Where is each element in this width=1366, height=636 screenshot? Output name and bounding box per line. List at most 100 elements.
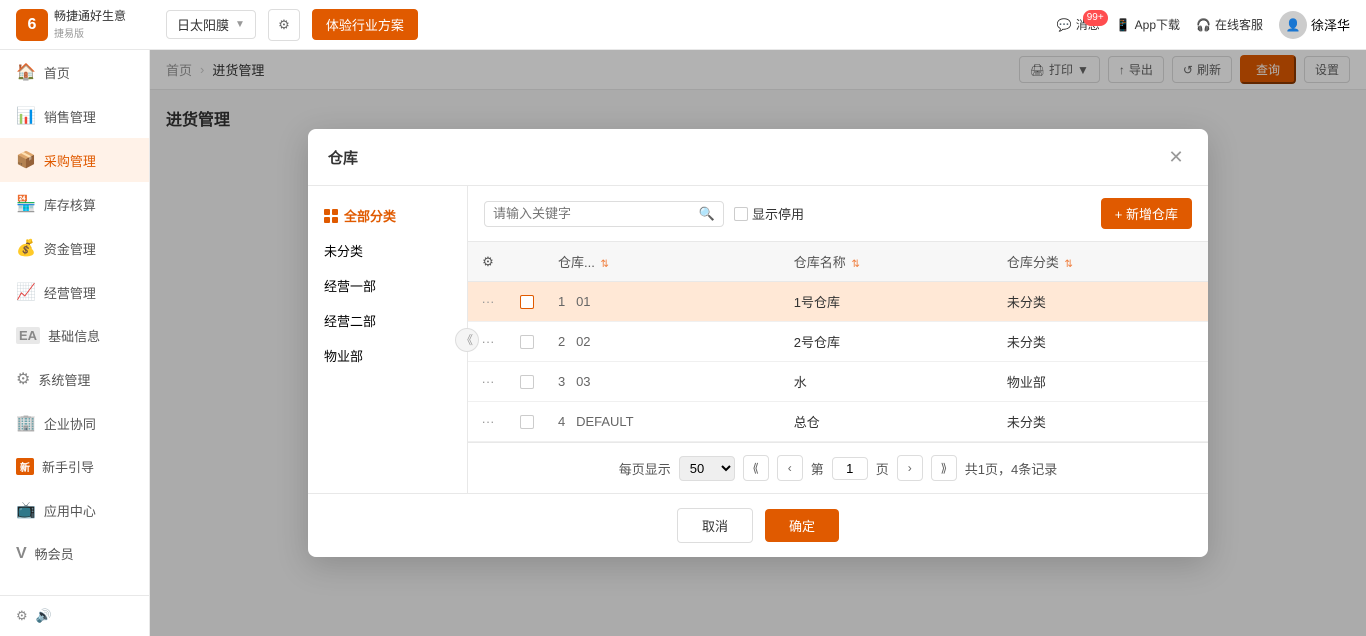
operations-icon: 📈: [16, 282, 36, 302]
col-gear: ⚙: [468, 242, 508, 282]
row-checkbox-cell: [508, 402, 546, 442]
col-category-label: 仓库分类: [1007, 255, 1059, 270]
warehouse-table: ⚙ 仓库... ⇅ 仓库名称 ⇅: [468, 242, 1208, 442]
category-item-none[interactable]: 未分类: [308, 233, 467, 268]
finance-icon: 💰: [16, 238, 36, 258]
app-edition: 捷易版: [54, 25, 126, 40]
sidebar-item-sales[interactable]: 📊 销售管理: [0, 94, 149, 138]
sidebar-item-purchase[interactable]: 📦 采购管理: [0, 138, 149, 182]
row-num: 1 01: [546, 282, 782, 322]
home-icon: 🏠: [16, 62, 36, 82]
sidebar-label-enterprise: 企业协同: [44, 414, 96, 433]
app-name: 畅捷通好生意: [54, 9, 126, 25]
table-row[interactable]: ··· 4 DEFAULT 总仓 未分类: [468, 402, 1208, 442]
category-panel: 全部分类 未分类 经营一部 经营二部 物业部 《: [308, 186, 468, 493]
three-dots-icon[interactable]: ···: [482, 374, 495, 389]
category-collapse-button[interactable]: 《: [455, 328, 479, 352]
user-avatar-area[interactable]: 👤 徐泽华: [1279, 11, 1350, 39]
category-item-ops2[interactable]: 经营二部: [308, 303, 467, 338]
sidebar-item-member[interactable]: V 畅会员: [0, 532, 149, 575]
sidebar-item-home[interactable]: 🏠 首页: [0, 50, 149, 94]
sidebar-item-system[interactable]: ⚙ 系统管理: [0, 357, 149, 401]
sidebar-label-sales: 销售管理: [44, 107, 96, 126]
message-badge: 99+: [1083, 10, 1108, 26]
row-dots[interactable]: ···: [468, 402, 508, 442]
category-label-ops2: 经营二部: [324, 311, 376, 330]
chevron-down-icon: ▼: [235, 19, 245, 30]
row-checkbox[interactable]: [520, 375, 534, 389]
store-selector[interactable]: 日太阳膜 ▼: [166, 10, 256, 39]
modal-close-button[interactable]: ✕: [1164, 145, 1188, 169]
sidebar-label-member: 畅会员: [35, 544, 74, 563]
three-dots-icon[interactable]: ···: [482, 414, 495, 429]
sidebar-item-operations[interactable]: 📈 经营管理: [0, 270, 149, 314]
guide-icon: 新: [16, 458, 34, 475]
sidebar-item-finance[interactable]: 💰 资金管理: [0, 226, 149, 270]
category-item-ops1[interactable]: 经营一部: [308, 268, 467, 303]
per-page-select[interactable]: 50 20 100: [679, 456, 735, 481]
three-dots-icon[interactable]: ···: [482, 334, 495, 349]
cancel-button[interactable]: 取消: [677, 508, 753, 543]
row-checkbox[interactable]: [520, 335, 534, 349]
table-row[interactable]: ··· 2 02 2号仓库 未分类: [468, 322, 1208, 362]
confirm-button[interactable]: 确定: [765, 509, 839, 542]
message-item[interactable]: 💬 消息 99+: [1057, 16, 1100, 33]
row-checkbox-cell: [508, 282, 546, 322]
page-total-info: 共1页，4条记录: [965, 459, 1057, 478]
row-checkbox-cell: [508, 322, 546, 362]
sidebar-item-guide[interactable]: 新 新手引导: [0, 445, 149, 488]
page-label: 第: [811, 459, 824, 478]
page-prev-button[interactable]: ‹: [777, 455, 803, 481]
warehouse-modal: 仓库 ✕ 全部分类 未分类 经营一部: [308, 129, 1208, 557]
show-disabled-checkbox[interactable]: [734, 207, 748, 221]
col-name: 仓库名称 ⇅: [782, 242, 995, 282]
page-next-button[interactable]: ›: [897, 455, 923, 481]
category-all-item[interactable]: 全部分类: [308, 198, 467, 233]
app-download-item[interactable]: 📱 App下载: [1116, 16, 1180, 33]
category-all-label: 全部分类: [344, 206, 396, 225]
sidebar-label-finance: 资金管理: [44, 239, 96, 258]
row-warehouse-category: 未分类: [995, 282, 1208, 322]
online-service-item[interactable]: 🎧 在线客服: [1196, 16, 1263, 33]
search-icon[interactable]: 🔍: [699, 206, 715, 222]
page-input[interactable]: [832, 457, 868, 480]
row-checkbox[interactable]: [520, 415, 534, 429]
row-num: 4 DEFAULT: [546, 402, 782, 442]
row-dots[interactable]: ···: [468, 282, 508, 322]
base-icon: EA: [16, 327, 40, 344]
search-input[interactable]: [493, 206, 695, 221]
header-right: 💬 消息 99+ 📱 App下载 🎧 在线客服 👤 徐泽华: [1057, 11, 1350, 39]
sidebar-label-purchase: 采购管理: [44, 151, 96, 170]
row-checkbox[interactable]: [520, 295, 534, 309]
content-panel: 🔍 显示停用 + 新增仓库 ⚙: [468, 186, 1208, 493]
category-item-property[interactable]: 物业部: [308, 338, 467, 373]
sidebar-label-operations: 经营管理: [44, 283, 96, 302]
table-row[interactable]: ··· 3 03 水 物业部: [468, 362, 1208, 402]
sidebar: 🏠 首页 📊 销售管理 📦 采购管理 🏪 库存核算 💰 资金管理 📈 经营管理 …: [0, 50, 150, 636]
online-service-label: 在线客服: [1215, 16, 1263, 33]
show-disabled-wrap: 显示停用: [734, 204, 804, 223]
row-warehouse-category: 未分类: [995, 322, 1208, 362]
table-row[interactable]: ··· 1 01 1号仓库 未分类: [468, 282, 1208, 322]
store-name: 日太阳膜: [177, 15, 229, 34]
page-first-button[interactable]: ⟪: [743, 455, 769, 481]
member-icon: V: [16, 545, 27, 563]
sidebar-item-inventory[interactable]: 🏪 库存核算: [0, 182, 149, 226]
row-dots[interactable]: ···: [468, 362, 508, 402]
modal-title: 仓库: [328, 147, 358, 168]
sidebar-item-base[interactable]: EA 基础信息: [0, 314, 149, 357]
sort-icon-category: ⇅: [1065, 259, 1073, 270]
page-last-button[interactable]: ⟫: [931, 455, 957, 481]
speaker-icon[interactable]: 🔊: [36, 608, 52, 624]
sidebar-item-appcenter[interactable]: 📺 应用中心: [0, 488, 149, 532]
settings-bottom-icon[interactable]: ⚙: [16, 608, 28, 624]
sidebar-item-enterprise[interactable]: 🏢 企业协同: [0, 401, 149, 445]
row-warehouse-name: 水: [782, 362, 995, 402]
three-dots-icon[interactable]: ···: [482, 294, 495, 309]
settings-icon[interactable]: ⚙: [268, 9, 300, 41]
sort-icon-name: ⇅: [851, 259, 859, 270]
grid-icon: [324, 209, 338, 223]
add-warehouse-button[interactable]: + 新增仓库: [1101, 198, 1192, 229]
trial-button[interactable]: 体验行业方案: [312, 9, 418, 40]
search-input-wrap: 🔍: [484, 201, 724, 227]
